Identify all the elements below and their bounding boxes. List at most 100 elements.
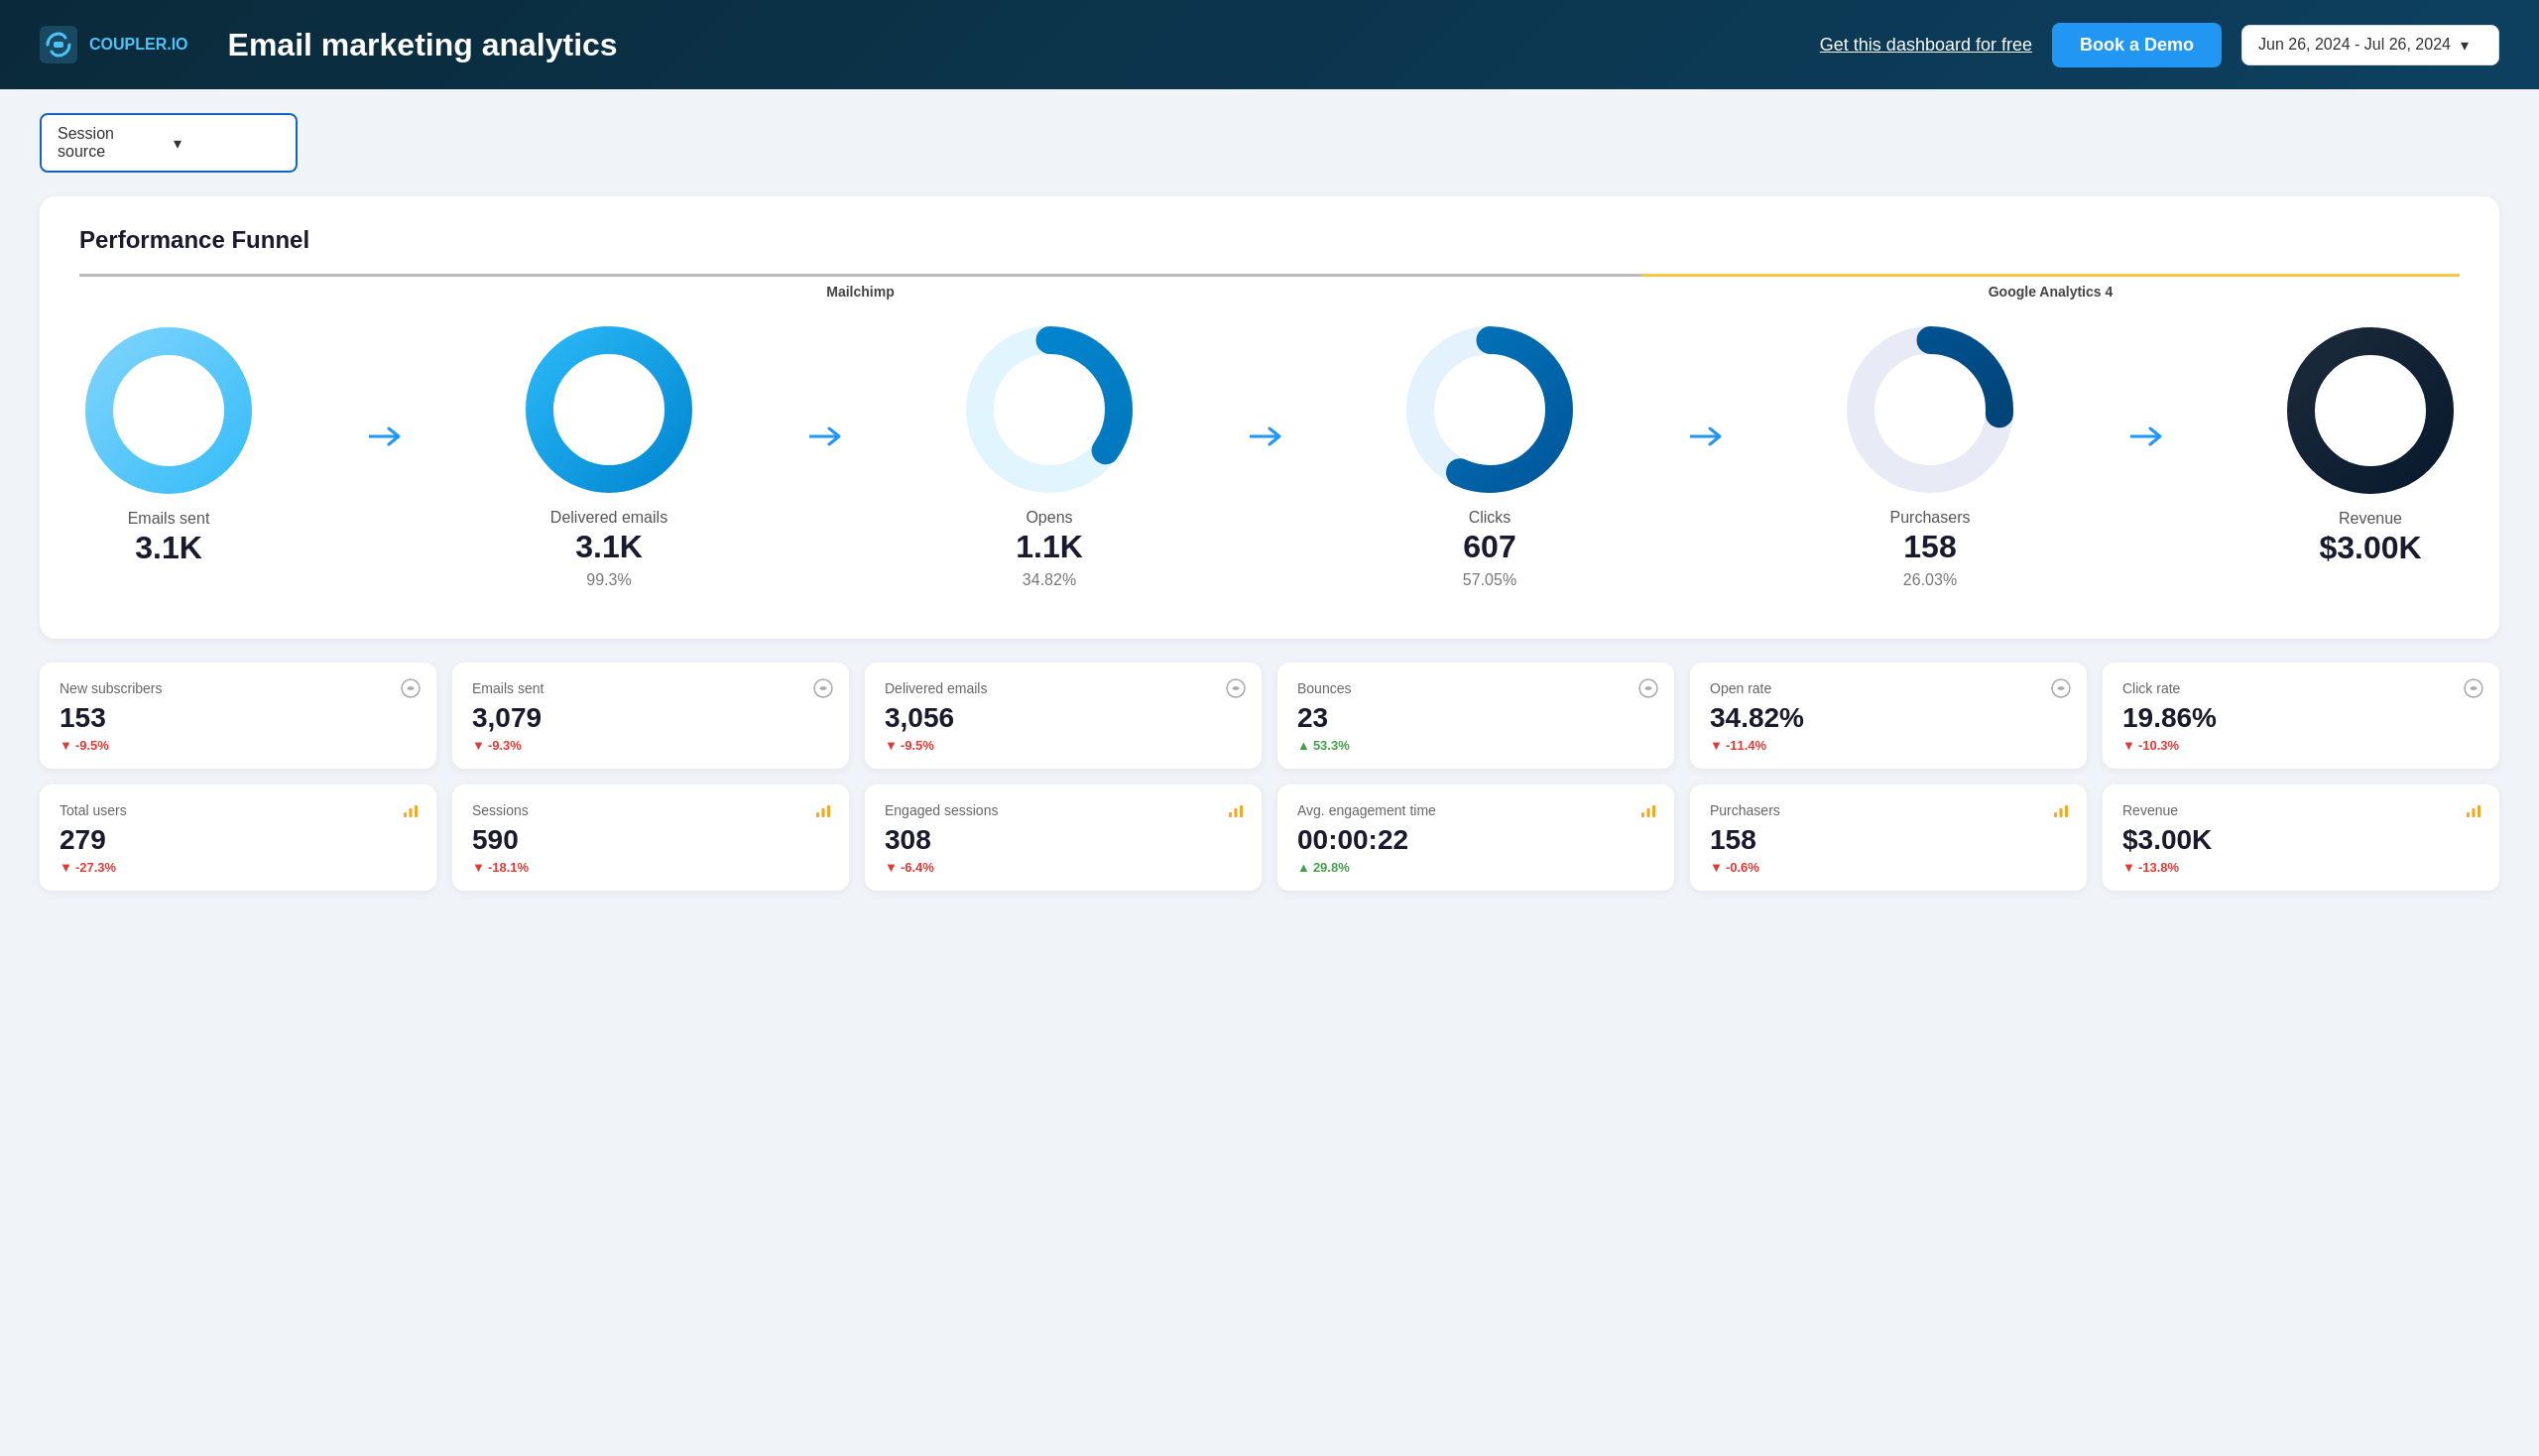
- stat-card: Engaged sessions 308 ▼ -6.4%: [865, 785, 1262, 891]
- stat-card: Sessions 590 ▼ -18.1%: [452, 785, 849, 891]
- funnel-item-label: Emails sent: [128, 510, 210, 528]
- funnel-arrow-icon: [1690, 422, 1730, 458]
- donut-wrapper: [2281, 321, 2460, 500]
- svg-point-7: [553, 354, 665, 465]
- stat-label: Bounces: [1297, 680, 1654, 696]
- funnel-item: Opens 1.1K 34.82%: [960, 320, 1139, 589]
- stat-label: Engaged sessions: [885, 802, 1242, 818]
- svg-rect-34: [1240, 805, 1243, 817]
- svg-point-19: [2315, 355, 2426, 466]
- stat-label: Total users: [60, 802, 417, 818]
- mailchimp-icon: [1226, 678, 1246, 703]
- logo-area: COUPLER.IO: [40, 26, 188, 63]
- stat-change: ▲ 29.8%: [1297, 860, 1654, 875]
- stat-value: 00:00:22: [1297, 824, 1654, 856]
- stat-change-value: -27.3%: [75, 860, 116, 875]
- main-content: Session source ▾ Performance Funnel Mail…: [0, 89, 2539, 930]
- mailchimp-icon: [401, 678, 421, 703]
- header: COUPLER.IO Email marketing analytics Get…: [0, 0, 2539, 89]
- stat-value: 590: [472, 824, 829, 856]
- performance-funnel-card: Performance Funnel Mailchimp Google Anal…: [40, 196, 2499, 639]
- ga-icon: [1638, 800, 1658, 825]
- stat-change-value: -9.3%: [488, 738, 522, 753]
- svg-rect-29: [816, 812, 819, 817]
- mailchimp-icon: [813, 678, 833, 703]
- donut-chart: [1841, 320, 2019, 499]
- ga-icon: [2051, 800, 2071, 825]
- stat-card: Revenue $3.00K ▼ -13.8%: [2103, 785, 2499, 891]
- trend-arrow-icon: ▼: [2122, 860, 2135, 875]
- stat-change: ▼ -6.4%: [885, 860, 1242, 875]
- stat-change-value: 29.8%: [1313, 860, 1350, 875]
- funnel-item-pct: 57.05%: [1463, 571, 1516, 589]
- stat-change-value: -9.5%: [75, 738, 109, 753]
- svg-rect-41: [2467, 812, 2470, 817]
- stat-change: ▼ -13.8%: [2122, 860, 2479, 875]
- session-source-select[interactable]: Session source ▾: [40, 113, 298, 173]
- trend-arrow-icon: ▲: [1297, 738, 1310, 753]
- stat-value: 3,056: [885, 702, 1242, 734]
- mailchimp-icon: [2464, 678, 2483, 703]
- coupler-logo-icon: [40, 26, 77, 63]
- logo-text: COUPLER.IO: [89, 36, 188, 54]
- stat-label: Open rate: [1710, 680, 2067, 696]
- trend-arrow-icon: ▼: [60, 738, 72, 753]
- donut-chart: [2281, 321, 2460, 500]
- get-dashboard-link[interactable]: Get this dashboard for free: [1820, 35, 2032, 56]
- svg-rect-30: [822, 808, 825, 817]
- trend-arrow-icon: ▼: [885, 860, 898, 875]
- stat-change: ▼ -9.5%: [885, 738, 1242, 753]
- stat-label: Sessions: [472, 802, 829, 818]
- stat-change: ▼ -10.3%: [2122, 738, 2479, 753]
- stat-value: 19.86%: [2122, 702, 2479, 734]
- funnel-item-value: 3.1K: [135, 530, 202, 566]
- funnel-arrow-icon: [1250, 422, 1289, 458]
- stat-change: ▼ -0.6%: [1710, 860, 2067, 875]
- donut-chart: [960, 320, 1139, 499]
- funnel-sources: Mailchimp Google Analytics 4: [79, 274, 2460, 301]
- stat-change: ▼ -27.3%: [60, 860, 417, 875]
- stat-change: ▼ -9.3%: [472, 738, 829, 753]
- stat-label: Click rate: [2122, 680, 2479, 696]
- donut-wrapper: [960, 320, 1139, 499]
- stat-change-value: -11.4%: [1726, 738, 1766, 753]
- funnel-item-value: $3.00K: [2319, 530, 2421, 566]
- ga-icon: [813, 800, 833, 825]
- trend-arrow-icon: ▼: [885, 738, 898, 753]
- funnel-item-pct: 99.3%: [586, 571, 631, 589]
- svg-rect-43: [2478, 805, 2480, 817]
- svg-rect-40: [2065, 805, 2068, 817]
- chevron-down-icon: ▾: [174, 134, 280, 153]
- donut-wrapper: [79, 321, 258, 500]
- svg-point-10: [994, 354, 1105, 465]
- stat-value: 158: [1710, 824, 2067, 856]
- date-range-picker[interactable]: Jun 26, 2024 - Jul 26, 2024 ▾: [2241, 25, 2499, 65]
- donut-chart: [1400, 320, 1579, 499]
- trend-arrow-icon: ▼: [1710, 860, 1723, 875]
- funnel-title: Performance Funnel: [79, 226, 2460, 254]
- ga-icon: [401, 800, 421, 825]
- stat-card: Emails sent 3,079 ▼ -9.3%: [452, 663, 849, 769]
- trend-arrow-icon: ▼: [60, 860, 72, 875]
- stat-card: Bounces 23 ▲ 53.3%: [1277, 663, 1674, 769]
- stats-row-2: Total users 279 ▼ -27.3% Sessions 590 ▼ …: [40, 785, 2499, 891]
- stat-value: 153: [60, 702, 417, 734]
- stat-card: Delivered emails 3,056 ▼ -9.5%: [865, 663, 1262, 769]
- funnel-item-label: Revenue: [2339, 510, 2402, 528]
- funnel-item: Purchasers 158 26.03%: [1841, 320, 2019, 589]
- book-demo-button[interactable]: Book a Demo: [2052, 23, 2222, 67]
- svg-rect-26: [404, 812, 407, 817]
- svg-rect-27: [410, 808, 413, 817]
- stat-card: Click rate 19.86% ▼ -10.3%: [2103, 663, 2499, 769]
- funnel-item-label: Purchasers: [1890, 509, 1971, 527]
- svg-point-4: [113, 355, 224, 466]
- funnel-item: Revenue $3.00K: [2281, 321, 2460, 588]
- svg-rect-33: [1235, 808, 1238, 817]
- svg-point-16: [1874, 354, 1986, 465]
- stat-value: 3,079: [472, 702, 829, 734]
- funnel-arrow-icon: [369, 422, 409, 458]
- donut-wrapper: [1841, 320, 2019, 499]
- stat-label: Revenue: [2122, 802, 2479, 818]
- svg-rect-32: [1229, 812, 1232, 817]
- source-ga4-label: Google Analytics 4: [1989, 284, 2114, 300]
